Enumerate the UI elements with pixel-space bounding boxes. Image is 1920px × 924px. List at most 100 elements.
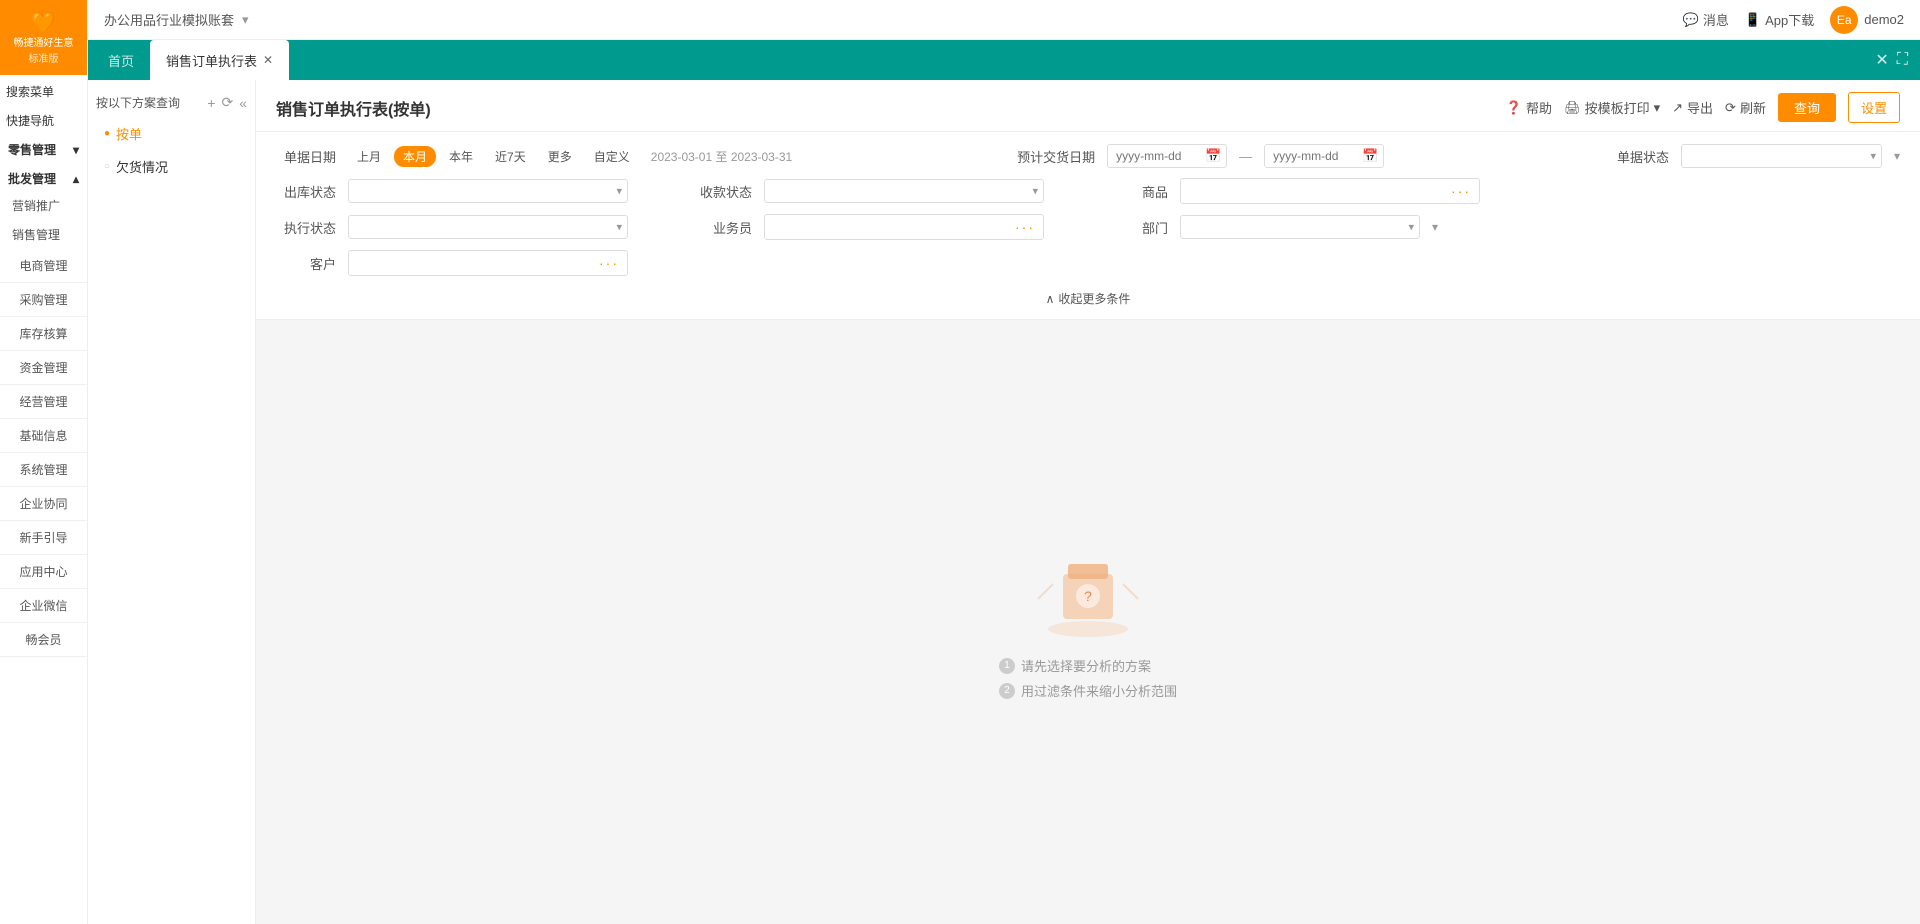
quick-btn-this-year[interactable]: 本年 xyxy=(440,145,482,168)
download-icon: 📱 xyxy=(1745,12,1761,28)
scheme-item-by-order[interactable]: ● 按单 xyxy=(88,117,255,150)
receive-status-select[interactable] xyxy=(764,179,1044,203)
product-input[interactable] xyxy=(1189,184,1451,198)
svg-text:?: ? xyxy=(1084,588,1092,604)
sidebar-item-wholesale[interactable]: 批发管理 ▴ xyxy=(0,162,87,191)
export-button[interactable]: ↗ 导出 xyxy=(1672,98,1713,117)
sidebar-item-inventory[interactable]: 库存核算 xyxy=(0,317,87,351)
breadcrumb-chevron-icon[interactable]: ▾ xyxy=(242,12,249,28)
sidebar-search[interactable]: 搜索菜单 xyxy=(0,75,87,104)
quick-date-buttons: 上月 本月 本年 近7天 更多 自定义 xyxy=(348,145,639,168)
left-panel-header: 按以下方案查询 + ⟳ « xyxy=(88,88,255,117)
quick-btn-7days[interactable]: 近7天 xyxy=(486,145,535,168)
out-status-select[interactable] xyxy=(348,179,628,203)
product-label: 商品 xyxy=(1108,182,1168,201)
expected-date-start-input[interactable] xyxy=(1107,144,1227,168)
collapse-panel-button[interactable]: « xyxy=(239,95,247,111)
settings-button[interactable]: 设置 xyxy=(1848,92,1900,123)
tip-text-2: 用过滤条件来缩小分析范围 xyxy=(1021,681,1177,700)
sidebar-item-ecommerce[interactable]: 电商管理 xyxy=(0,249,87,283)
sidebar-shortcut[interactable]: 快捷导航 xyxy=(0,104,87,133)
salesman-more-icon[interactable]: ··· xyxy=(1015,219,1035,235)
quick-btn-this-month[interactable]: 本月 xyxy=(394,146,436,167)
expected-date-end-input[interactable] xyxy=(1264,144,1384,168)
customer-input[interactable] xyxy=(357,256,599,270)
sidebar-item-business[interactable]: 经营管理 xyxy=(0,385,87,419)
sidebar-item-basic[interactable]: 基础信息 xyxy=(0,419,87,453)
tip-num-1: 1 xyxy=(999,658,1015,674)
collapse-icon: ∧ xyxy=(1046,292,1055,306)
tip-num-2: 2 xyxy=(999,683,1015,699)
sidebar-item-marketing[interactable]: 营销推广 xyxy=(0,191,87,220)
customer-label: 客户 xyxy=(276,254,336,273)
empty-tip-2: 2 用过滤条件来缩小分析范围 xyxy=(999,681,1177,700)
message-button[interactable]: 💬 消息 xyxy=(1683,10,1729,29)
dept-expand-icon: ▾ xyxy=(1432,220,1438,234)
customer-more-icon[interactable]: ··· xyxy=(599,255,619,271)
quick-btn-more[interactable]: 更多 xyxy=(539,145,581,168)
tab-close-all-button[interactable]: ✕ xyxy=(1875,50,1888,70)
out-status-label: 出库状态 xyxy=(276,182,336,201)
sidebar-item-purchase[interactable]: 采购管理 xyxy=(0,283,87,317)
print-icon: 🖨 xyxy=(1564,100,1581,116)
app-download-button[interactable]: 📱 App下载 xyxy=(1745,10,1814,29)
scheme-item-by-debt[interactable]: ○ 欠货情况 xyxy=(88,150,255,183)
print-chevron-icon: ▾ xyxy=(1654,100,1661,116)
filter-row-2: 出库状态 收款状态 商品 xyxy=(276,178,1900,204)
scheme-inactive-dot: ○ xyxy=(104,161,110,172)
logo-sub: 标准版 xyxy=(29,50,59,65)
sidebar-item-appstore[interactable]: 应用中心 xyxy=(0,555,87,589)
tab-maximize-button[interactable]: ⛶ xyxy=(1897,51,1908,69)
right-content: 销售订单执行表(按单) ❓ 帮助 🖨 按模板打印 ▾ ↗ 导出 xyxy=(256,80,1920,924)
status-select-wrapper xyxy=(1681,144,1882,168)
sidebar-item-system[interactable]: 系统管理 xyxy=(0,453,87,487)
sidebar-item-enterprise[interactable]: 企业协同 xyxy=(0,487,87,521)
quick-btn-custom[interactable]: 自定义 xyxy=(585,145,639,168)
page-title-actions: ❓ 帮助 🖨 按模板打印 ▾ ↗ 导出 ⟳ 刷新 xyxy=(1506,92,1900,123)
add-scheme-button[interactable]: + xyxy=(207,95,215,111)
sidebar-item-retail[interactable]: 零售管理 ▾ xyxy=(0,133,87,162)
date-label: 单据日期 xyxy=(276,147,336,166)
quick-btn-last-month[interactable]: 上月 xyxy=(348,145,390,168)
tab-bar-actions: ✕ ⛶ xyxy=(1875,50,1916,70)
dept-select[interactable] xyxy=(1180,215,1420,239)
sidebar-item-finance[interactable]: 资金管理 xyxy=(0,351,87,385)
tab-home[interactable]: 首页 xyxy=(92,40,150,80)
app-logo: 🧡 畅捷通好生意 标准版 xyxy=(0,0,87,75)
user-name: demo2 xyxy=(1864,12,1904,27)
collapse-button[interactable]: ∧ 收起更多条件 xyxy=(276,286,1900,311)
main: 办公用品行业模拟账套 ▾ 💬 消息 📱 App下载 Ea demo2 首页 销售… xyxy=(88,0,1920,924)
status-expand-icon: ▾ xyxy=(1894,149,1900,163)
print-button[interactable]: 🖨 按模板打印 ▾ xyxy=(1564,98,1660,117)
filter-row-3: 执行状态 业务员 ··· 部门 xyxy=(276,214,1900,240)
page-title-bar: 销售订单执行表(按单) ❓ 帮助 🖨 按模板打印 ▾ ↗ 导出 xyxy=(256,80,1920,132)
exec-status-select[interactable] xyxy=(348,215,628,239)
help-icon: ❓ xyxy=(1506,100,1522,116)
sidebar-item-member[interactable]: 畅会员 xyxy=(0,623,87,657)
breadcrumb: 办公用品行业模拟账套 xyxy=(104,10,234,29)
message-icon: 💬 xyxy=(1683,12,1699,28)
search-button[interactable]: 查询 xyxy=(1778,93,1836,122)
tab-sales-order[interactable]: 销售订单执行表 ✕ xyxy=(150,40,289,80)
status-select[interactable] xyxy=(1681,144,1882,168)
sidebar: 🧡 畅捷通好生意 标准版 搜索菜单 快捷导航 零售管理 ▾ 批发管理 ▴ 营销推… xyxy=(0,0,88,924)
refresh-button[interactable]: ⟳ 刷新 xyxy=(1725,98,1766,117)
product-more-icon[interactable]: ··· xyxy=(1451,183,1471,199)
tab-close-icon[interactable]: ✕ xyxy=(263,53,273,67)
sidebar-item-newbie[interactable]: 新手引导 xyxy=(0,521,87,555)
page-title: 销售订单执行表(按单) xyxy=(276,96,431,120)
expected-date-label: 预计交货日期 xyxy=(1017,147,1095,166)
exec-status-label: 执行状态 xyxy=(276,218,336,237)
logo-text: 畅捷通好生意 xyxy=(14,37,74,50)
filter-row-4: 客户 ··· xyxy=(276,250,1900,276)
sidebar-item-sales[interactable]: 销售管理 xyxy=(0,220,87,249)
refresh-scheme-button[interactable]: ⟳ xyxy=(221,94,233,111)
help-button[interactable]: ❓ 帮助 xyxy=(1506,98,1552,117)
export-icon: ↗ xyxy=(1672,100,1683,116)
user-menu[interactable]: Ea demo2 xyxy=(1830,6,1904,34)
salesman-input[interactable] xyxy=(773,220,1015,234)
sidebar-item-wechat[interactable]: 企业微信 xyxy=(0,589,87,623)
out-status-wrapper xyxy=(348,179,628,203)
expected-date-end-wrapper: 📅 xyxy=(1264,144,1384,168)
empty-tip-1: 1 请先选择要分析的方案 xyxy=(999,656,1177,675)
